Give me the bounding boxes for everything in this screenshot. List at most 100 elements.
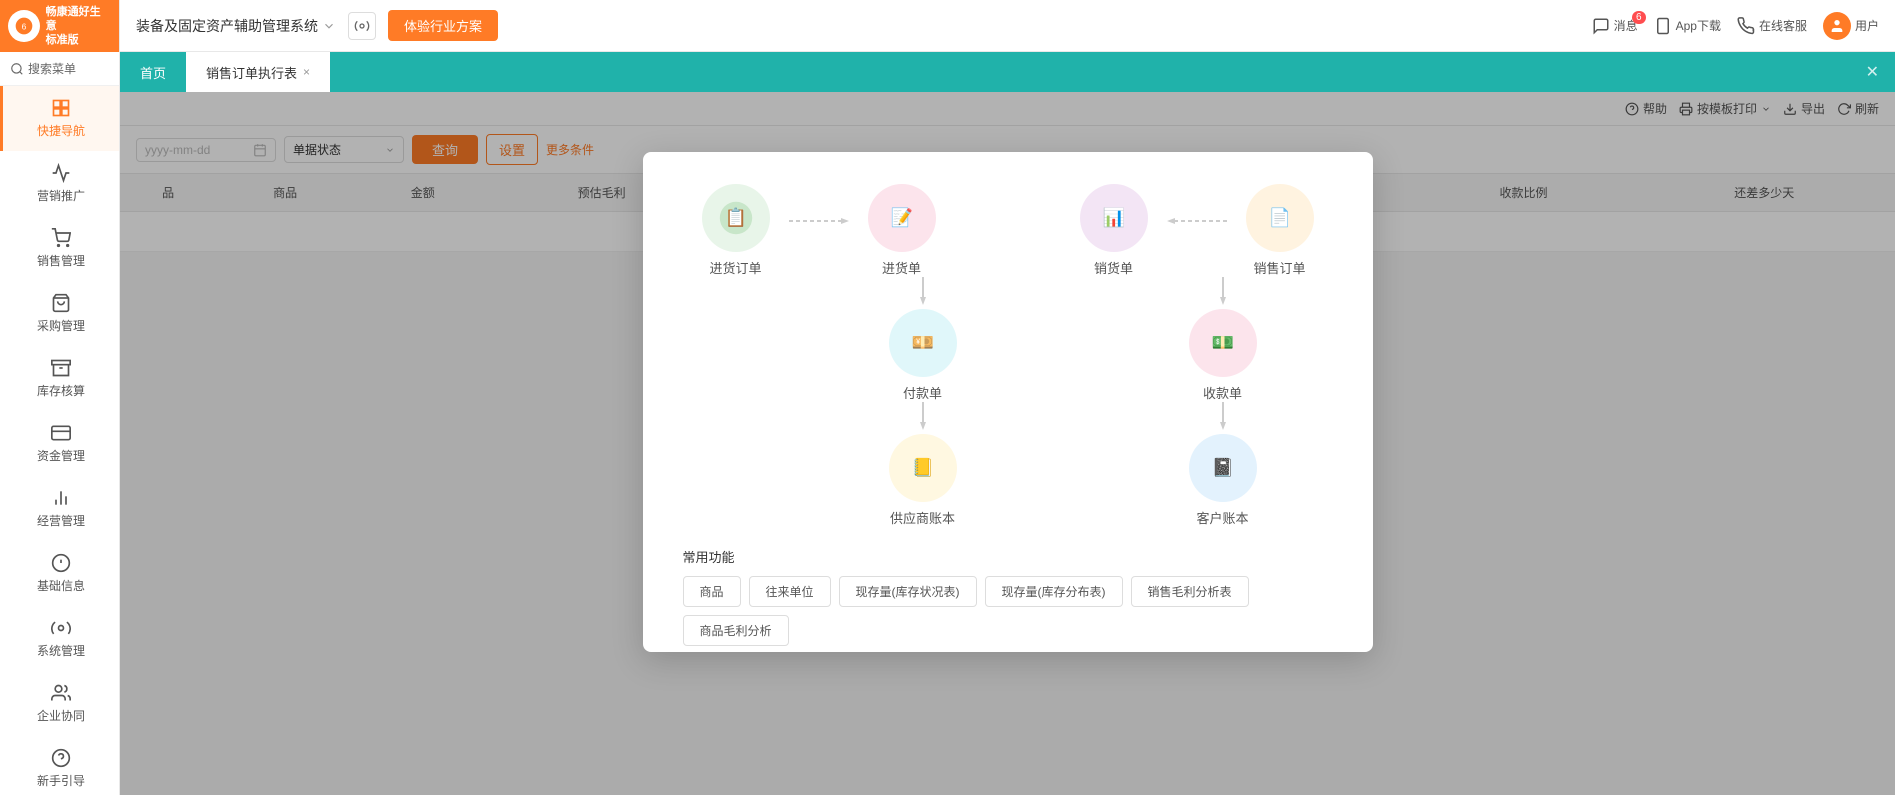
wf-circle-sales-order: 📄 (1246, 184, 1314, 252)
wf-node-sales-order[interactable]: 📄 销售订单 (1227, 184, 1333, 277)
sidebar-item-label: 库存核算 (37, 382, 85, 399)
sidebar-item-label: 经营管理 (37, 512, 85, 529)
wf-circle-customer-ledger: 📓 (1189, 434, 1257, 502)
content-area: 帮助 按模板打印 导出 刷新 yyyy-mm (120, 92, 1895, 795)
message-button[interactable]: 6 消息 (1592, 17, 1638, 35)
wf-arrows-down (683, 277, 1333, 305)
sidebar-item-enterprise[interactable]: 企业协同 (0, 671, 119, 736)
wf-node-purchase-receipt[interactable]: 📝 进货单 (849, 184, 955, 277)
svg-text:📝: 📝 (890, 206, 912, 227)
sidebar-logo: 6 畅康通好生意 标准版 (0, 0, 119, 52)
wf-label-purchase-receipt: 进货单 (882, 258, 921, 277)
app-download-label: App下载 (1676, 17, 1721, 34)
system-title-dropdown[interactable]: 装备及固定资产辅助管理系统 (136, 16, 336, 36)
sidebar-item-sales[interactable]: 销售管理 (0, 216, 119, 281)
wf-label-customer-ledger: 客户账本 (1196, 508, 1248, 527)
sidebar-item-label: 销售管理 (37, 252, 85, 269)
cf-buttons: 商品 往来单位 现存量(库存状况表) 现存量(库存分布表) 销售毛利分析表 商品… (683, 576, 1333, 646)
user-label: 用户 (1855, 17, 1879, 34)
sidebar-item-finance[interactable]: 资金管理 (0, 411, 119, 476)
sidebar-item-purchase[interactable]: 采购管理 (0, 281, 119, 346)
online-service-label: 在线客服 (1759, 17, 1807, 34)
logo-text: 畅康通好生意 标准版 (46, 5, 111, 48)
svg-text:6: 6 (22, 21, 27, 31)
workflow-popup: 📋 进货订单 (643, 152, 1373, 652)
common-functions: 常用功能 商品 往来单位 现存量(库存状况表) 现存量(库存分布表) 销售毛利分… (683, 547, 1333, 652)
sidebar-search[interactable]: 搜索菜单 (0, 52, 119, 86)
topbar: 装备及固定资产辅助管理系统 体验行业方案 6 消息 App下载 (120, 0, 1895, 52)
topbar-settings-button[interactable] (348, 12, 376, 40)
tab-home[interactable]: 首页 (120, 52, 186, 92)
wf-circle-payment-in: 💵 (1189, 309, 1257, 377)
wf-arrow-h-2 (1167, 215, 1227, 227)
wf-arrow-h-1 (789, 215, 849, 227)
svg-text:📓: 📓 (1211, 457, 1233, 477)
wf-node-payment-in[interactable]: 💵 收款单 (1163, 309, 1283, 402)
svg-text:📄: 📄 (1268, 206, 1290, 227)
sidebar-item-system[interactable]: 系统管理 (0, 606, 119, 671)
cf-btn-2[interactable]: 现存量(库存状况表) (839, 576, 977, 607)
tab-sales-order-label: 销售订单执行表 (206, 63, 297, 82)
wf-down-arrow-payment (863, 277, 983, 305)
tabbar: 首页 销售订单执行表 × ✕ (120, 52, 1895, 92)
tabbar-close-button[interactable]: ✕ (1850, 52, 1895, 92)
logo-icon: 6 (8, 10, 40, 42)
wf-node-supplier-ledger[interactable]: 📒 供应商账本 (863, 434, 983, 527)
svg-text:📋: 📋 (724, 206, 746, 227)
workflow-row-3: 📒 供应商账本 (683, 434, 1333, 527)
user-menu[interactable]: 用户 (1823, 12, 1879, 40)
sidebar-item-label: 新手引导 (37, 772, 85, 789)
wf-label-sales-receipt: 销货单 (1094, 258, 1133, 277)
trial-button[interactable]: 体验行业方案 (388, 10, 498, 41)
workflow-row-2: 💴 付款单 (683, 309, 1333, 402)
popup-scroll-content: 📋 进货订单 (643, 152, 1373, 652)
topbar-right: 6 消息 App下载 在线客服 用户 (1592, 12, 1879, 40)
tab-sales-order[interactable]: 销售订单执行表 × (186, 52, 330, 92)
sidebar-item-basic-info[interactable]: 基础信息 (0, 541, 119, 606)
cf-btn-3[interactable]: 现存量(库存分布表) (985, 576, 1123, 607)
sidebar-item-label: 系统管理 (37, 642, 85, 659)
wf-label-payment-out: 付款单 (903, 383, 942, 402)
system-title: 装备及固定资产辅助管理系统 (136, 16, 318, 36)
sidebar-item-label: 营销推广 (37, 187, 85, 204)
sidebar-item-quick-nav[interactable]: 快捷导航 (0, 86, 119, 151)
sidebar-item-operations[interactable]: 经营管理 (0, 476, 119, 541)
sidebar-item-inventory[interactable]: 库存核算 (0, 346, 119, 411)
sidebar-nav: 快捷导航 营销推广 销售管理 采购管理 库存核算 资金管理 (0, 86, 119, 795)
wf-circle-supplier-ledger: 📒 (889, 434, 957, 502)
svg-text:💴: 💴 (911, 332, 933, 352)
workflow-row-1: 📋 进货订单 (683, 184, 1333, 277)
wf-label-purchase-order: 进货订单 (709, 258, 761, 277)
sidebar: 6 畅康通好生意 标准版 搜索菜单 快捷导航 营销推广 销售管理 (0, 0, 120, 795)
sidebar-item-label: 快捷导航 (37, 122, 85, 139)
user-avatar (1823, 12, 1851, 40)
wf-circle-purchase-order: 📋 (702, 184, 770, 252)
cf-btn-0[interactable]: 商品 (683, 576, 741, 607)
svg-text:💵: 💵 (1211, 332, 1233, 352)
popup-overlay[interactable]: 📋 进货订单 (120, 92, 1895, 795)
online-service-button[interactable]: 在线客服 (1737, 17, 1807, 35)
sidebar-item-label: 企业协同 (37, 707, 85, 724)
tab-close-icon[interactable]: × (303, 65, 310, 79)
main-content: 装备及固定资产辅助管理系统 体验行业方案 6 消息 App下载 (120, 0, 1895, 795)
sidebar-item-marketing[interactable]: 营销推广 (0, 151, 119, 216)
sidebar-item-label: 资金管理 (37, 447, 85, 464)
wf-circle-sales-receipt: 📊 (1080, 184, 1148, 252)
wf-down-arrow-customer (1163, 402, 1283, 430)
wf-node-purchase-order[interactable]: 📋 进货订单 (683, 184, 789, 277)
wf-down-arrow-receipt (1163, 277, 1283, 305)
cf-btn-4[interactable]: 销售毛利分析表 (1131, 576, 1249, 607)
wf-node-payment-out[interactable]: 💴 付款单 (863, 309, 983, 402)
wf-label-payment-in: 收款单 (1203, 383, 1242, 402)
svg-text:📊: 📊 (1102, 206, 1124, 227)
tab-home-label: 首页 (140, 63, 166, 82)
wf-node-customer-ledger[interactable]: 📓 客户账本 (1163, 434, 1283, 527)
cf-btn-5[interactable]: 商品毛利分析 (683, 615, 789, 646)
wf-node-sales-receipt[interactable]: 📊 销货单 (1061, 184, 1167, 277)
sidebar-item-newbie[interactable]: 新手引导 (0, 736, 119, 795)
sidebar-item-label: 采购管理 (37, 317, 85, 334)
workflow-diagram: 📋 进货订单 (683, 184, 1333, 527)
app-download-button[interactable]: App下载 (1654, 17, 1721, 35)
wf-arrows-down-2 (683, 402, 1333, 430)
cf-btn-1[interactable]: 往来单位 (749, 576, 831, 607)
